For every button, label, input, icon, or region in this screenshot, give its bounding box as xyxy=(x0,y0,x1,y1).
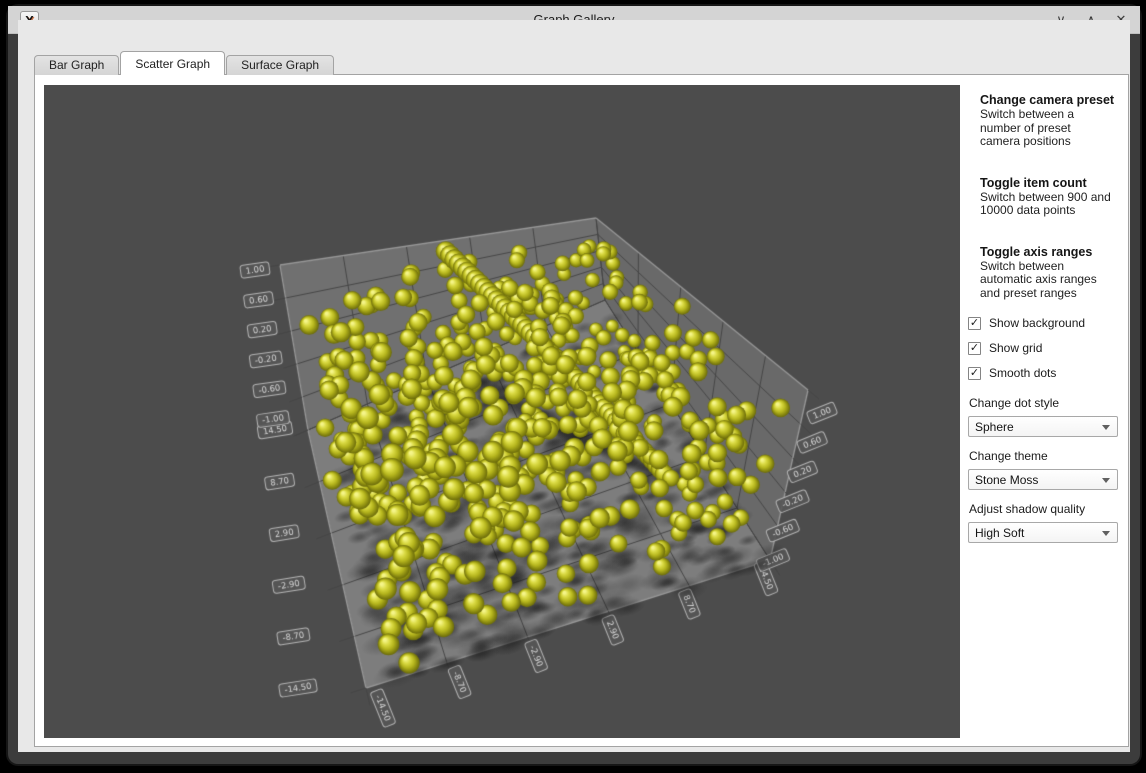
button-description: Switch between 900 and 10000 data points xyxy=(980,189,1111,217)
chevron-down-icon xyxy=(1102,531,1110,536)
theme-label: Change theme xyxy=(969,449,1048,463)
toggle-item-count-button[interactable]: Toggle item count Switch between 900 and… xyxy=(980,176,1136,218)
controls-panel: Change camera preset Switch between a nu… xyxy=(968,93,1136,550)
dot-style-group: Change dot style Sphere xyxy=(968,394,1136,444)
chevron-down-icon xyxy=(1102,478,1110,483)
tab-surface-graph[interactable]: Surface Graph xyxy=(226,55,335,75)
theme-group: Change theme Stone Moss xyxy=(968,447,1136,497)
checkbox-check-icon: ✓ xyxy=(968,341,981,355)
checkbox-check-icon: ✓ xyxy=(968,366,981,380)
dot-style-label: Change dot style xyxy=(969,396,1060,410)
scatter-3d-view[interactable] xyxy=(44,85,960,738)
button-description: Switch between a number of preset camera… xyxy=(980,107,1075,148)
tab-pane: Change camera preset Switch between a nu… xyxy=(34,74,1129,747)
button-title: Toggle axis ranges xyxy=(980,244,1093,259)
checkbox-check-icon: ✓ xyxy=(968,316,981,330)
dot-style-select[interactable]: Sphere xyxy=(968,416,1118,437)
smooth-dots-checkbox[interactable]: ✓ Smooth dots xyxy=(968,366,1136,380)
change-camera-preset-button[interactable]: Change camera preset Switch between a nu… xyxy=(980,93,1136,149)
theme-select[interactable]: Stone Moss xyxy=(968,469,1118,490)
button-title: Toggle item count xyxy=(980,175,1087,190)
shadow-quality-select[interactable]: High Soft xyxy=(968,522,1118,543)
app-window: X Graph Gallery ∨ ∧ ✕ Bar Graph Scatter … xyxy=(8,6,1140,764)
shadow-quality-group: Adjust shadow quality High Soft xyxy=(968,500,1136,550)
tab-scatter-graph[interactable]: Scatter Graph xyxy=(120,51,226,75)
tab-bar: Bar Graph Scatter Graph Surface Graph xyxy=(34,51,335,75)
toggle-axis-ranges-button[interactable]: Toggle axis ranges Switch between automa… xyxy=(980,245,1136,301)
show-grid-checkbox[interactable]: ✓ Show grid xyxy=(968,341,1136,355)
tab-bar-graph[interactable]: Bar Graph xyxy=(34,55,120,75)
button-description: Switch between automatic axis ranges and… xyxy=(980,258,1097,300)
button-title: Change camera preset xyxy=(980,93,1115,107)
show-background-checkbox[interactable]: ✓ Show background xyxy=(968,316,1136,330)
chevron-down-icon xyxy=(1102,425,1110,430)
shadow-quality-label: Adjust shadow quality xyxy=(969,502,1086,516)
window-content: Bar Graph Scatter Graph Surface Graph Ch… xyxy=(18,20,1130,752)
